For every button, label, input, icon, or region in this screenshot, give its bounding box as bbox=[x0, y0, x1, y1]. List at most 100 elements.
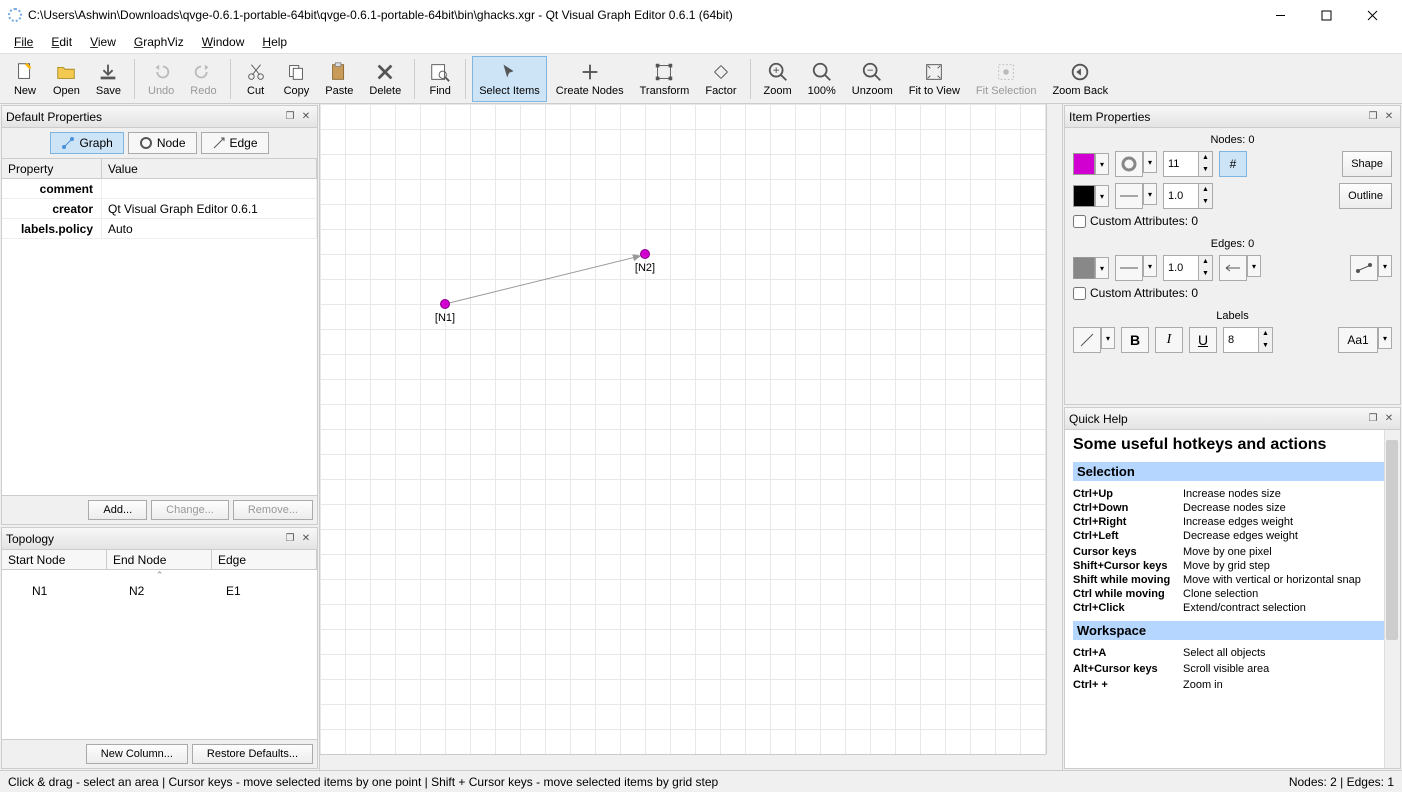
menu-window[interactable]: Window bbox=[194, 32, 253, 52]
edge-direction-combo[interactable] bbox=[1350, 255, 1378, 281]
factor-button[interactable]: Factor bbox=[698, 56, 743, 102]
edges-custom-attr-checkbox[interactable] bbox=[1073, 287, 1086, 300]
node-fill-swatch[interactable] bbox=[1073, 153, 1095, 175]
open-button[interactable]: Open bbox=[46, 56, 87, 102]
find-button[interactable]: Find bbox=[421, 56, 459, 102]
quick-help-title: Quick Help bbox=[1069, 412, 1128, 426]
menu-file[interactable]: File bbox=[6, 32, 41, 52]
outline-width-input[interactable]: ▲▼ bbox=[1163, 183, 1213, 209]
panel-close-icon[interactable]: ✕ bbox=[1382, 412, 1396, 426]
menu-help[interactable]: Help bbox=[254, 32, 295, 52]
toolbar: New Open Save Undo Redo Cut Copy Paste D… bbox=[0, 54, 1402, 104]
panel-float-icon[interactable]: ❐ bbox=[1366, 412, 1380, 426]
fit-to-view-button[interactable]: Fit to View bbox=[902, 56, 967, 102]
outline-style-dropdown[interactable]: ▾ bbox=[1143, 183, 1157, 205]
label-color-combo[interactable] bbox=[1073, 327, 1101, 353]
italic-button[interactable]: I bbox=[1155, 327, 1183, 353]
edge-style-combo[interactable] bbox=[1115, 255, 1143, 281]
font-dropdown[interactable]: ▾ bbox=[1378, 327, 1392, 349]
edge-arrow-combo[interactable] bbox=[1219, 255, 1247, 281]
quick-help-body[interactable]: Some useful hotkeys and actions Selectio… bbox=[1065, 430, 1400, 768]
minimize-button[interactable] bbox=[1258, 1, 1302, 29]
zoom-button[interactable]: Zoom bbox=[757, 56, 799, 102]
item-properties-title: Item Properties bbox=[1069, 110, 1150, 124]
statusbar: Click & drag - select an area | Cursor k… bbox=[0, 770, 1402, 792]
paste-button[interactable]: Paste bbox=[318, 56, 360, 102]
label-color-dropdown[interactable]: ▾ bbox=[1101, 327, 1115, 349]
panel-float-icon[interactable]: ❐ bbox=[283, 532, 297, 546]
copy-button[interactable]: Copy bbox=[277, 56, 317, 102]
create-nodes-button[interactable]: Create Nodes bbox=[549, 56, 631, 102]
canvas[interactable]: [N1][N2] bbox=[320, 104, 1062, 770]
node-shape-dropdown[interactable]: ▾ bbox=[1143, 151, 1157, 173]
outline-color-dropdown[interactable]: ▾ bbox=[1095, 185, 1109, 207]
change-button[interactable]: Change... bbox=[151, 500, 229, 520]
node-fill-dropdown[interactable]: ▾ bbox=[1095, 153, 1109, 175]
edge-color-dropdown[interactable]: ▾ bbox=[1095, 257, 1109, 279]
new-button[interactable]: New bbox=[6, 56, 44, 102]
tab-graph[interactable]: Graph bbox=[50, 132, 123, 154]
select-items-button[interactable]: Select Items bbox=[472, 56, 547, 102]
item-properties-panel: Item Properties ❐ ✕ Nodes: 0 ▾ ▾ ▲▼ # Sh… bbox=[1064, 105, 1401, 405]
edge-direction-dropdown[interactable]: ▾ bbox=[1378, 255, 1392, 277]
maximize-button[interactable] bbox=[1304, 1, 1348, 29]
shape-button[interactable]: Shape bbox=[1342, 151, 1392, 177]
redo-button[interactable]: Redo bbox=[183, 56, 223, 102]
add-button[interactable]: Add... bbox=[88, 500, 147, 520]
panel-close-icon[interactable]: ✕ bbox=[1382, 110, 1396, 124]
zoom-100-button[interactable]: 100% bbox=[801, 56, 843, 102]
graph-node[interactable] bbox=[440, 299, 450, 309]
fit-selection-button[interactable]: Fit Selection bbox=[969, 56, 1044, 102]
save-button[interactable]: Save bbox=[89, 56, 128, 102]
property-row[interactable]: creatorQt Visual Graph Editor 0.6.1 bbox=[2, 199, 317, 219]
topology-row[interactable]: N1N2E1 bbox=[2, 581, 317, 601]
nodes-custom-attr-checkbox[interactable] bbox=[1073, 215, 1086, 228]
edge-style-dropdown[interactable]: ▾ bbox=[1143, 255, 1157, 277]
edge-color-swatch[interactable] bbox=[1073, 257, 1095, 279]
help-scrollbar[interactable] bbox=[1384, 430, 1400, 768]
outline-style-combo[interactable] bbox=[1115, 183, 1143, 209]
topology-panel: Topology ❐ ✕ Start Node End Node Edge ⌃ … bbox=[1, 527, 318, 769]
restore-defaults-button[interactable]: Restore Defaults... bbox=[192, 744, 313, 764]
help-row: Ctrl+ASelect all objects bbox=[1073, 646, 1392, 660]
horizontal-scrollbar[interactable] bbox=[320, 754, 1046, 770]
edge-arrow-dropdown[interactable]: ▾ bbox=[1247, 255, 1261, 277]
panel-float-icon[interactable]: ❐ bbox=[283, 110, 297, 124]
tab-edge[interactable]: Edge bbox=[201, 132, 269, 154]
col-start-node[interactable]: Start Node bbox=[2, 550, 107, 569]
panel-close-icon[interactable]: ✕ bbox=[299, 532, 313, 546]
underline-button[interactable]: U bbox=[1189, 327, 1217, 353]
undo-button[interactable]: Undo bbox=[141, 56, 181, 102]
remove-button[interactable]: Remove... bbox=[233, 500, 313, 520]
bold-button[interactable]: B bbox=[1121, 327, 1149, 353]
col-end-node[interactable]: End Node bbox=[107, 550, 212, 569]
cut-button[interactable]: Cut bbox=[237, 56, 275, 102]
menu-edit[interactable]: Edit bbox=[43, 32, 80, 52]
help-row: Ctrl+RightIncrease edges weight bbox=[1073, 515, 1392, 529]
transform-button[interactable]: Transform bbox=[633, 56, 697, 102]
unzoom-button[interactable]: Unzoom bbox=[845, 56, 900, 102]
vertical-scrollbar[interactable] bbox=[1046, 104, 1062, 754]
edge-width-input[interactable]: ▲▼ bbox=[1163, 255, 1213, 281]
node-shape-combo[interactable] bbox=[1115, 151, 1143, 177]
property-row[interactable]: labels.policyAuto bbox=[2, 219, 317, 239]
new-column-button[interactable]: New Column... bbox=[86, 744, 188, 764]
outline-button[interactable]: Outline bbox=[1339, 183, 1392, 209]
close-button[interactable] bbox=[1350, 1, 1394, 29]
menu-view[interactable]: View bbox=[82, 32, 124, 52]
panel-float-icon[interactable]: ❐ bbox=[1366, 110, 1380, 124]
hash-button[interactable]: # bbox=[1219, 151, 1247, 177]
delete-button[interactable]: Delete bbox=[362, 56, 408, 102]
outline-color-swatch[interactable] bbox=[1073, 185, 1095, 207]
panel-close-icon[interactable]: ✕ bbox=[299, 110, 313, 124]
node-size-input[interactable]: ▲▼ bbox=[1163, 151, 1213, 177]
help-section-header: Selection bbox=[1073, 462, 1392, 481]
zoom-back-button[interactable]: Zoom Back bbox=[1045, 56, 1115, 102]
property-row[interactable]: comment bbox=[2, 179, 317, 199]
col-edge[interactable]: Edge bbox=[212, 550, 317, 569]
label-size-input[interactable]: ▲▼ bbox=[1223, 327, 1273, 353]
menu-graphviz[interactable]: GraphViz bbox=[126, 32, 192, 52]
tab-node[interactable]: Node bbox=[128, 132, 197, 154]
graph-node[interactable] bbox=[640, 249, 650, 259]
font-combo[interactable]: Aa1 bbox=[1338, 327, 1378, 353]
